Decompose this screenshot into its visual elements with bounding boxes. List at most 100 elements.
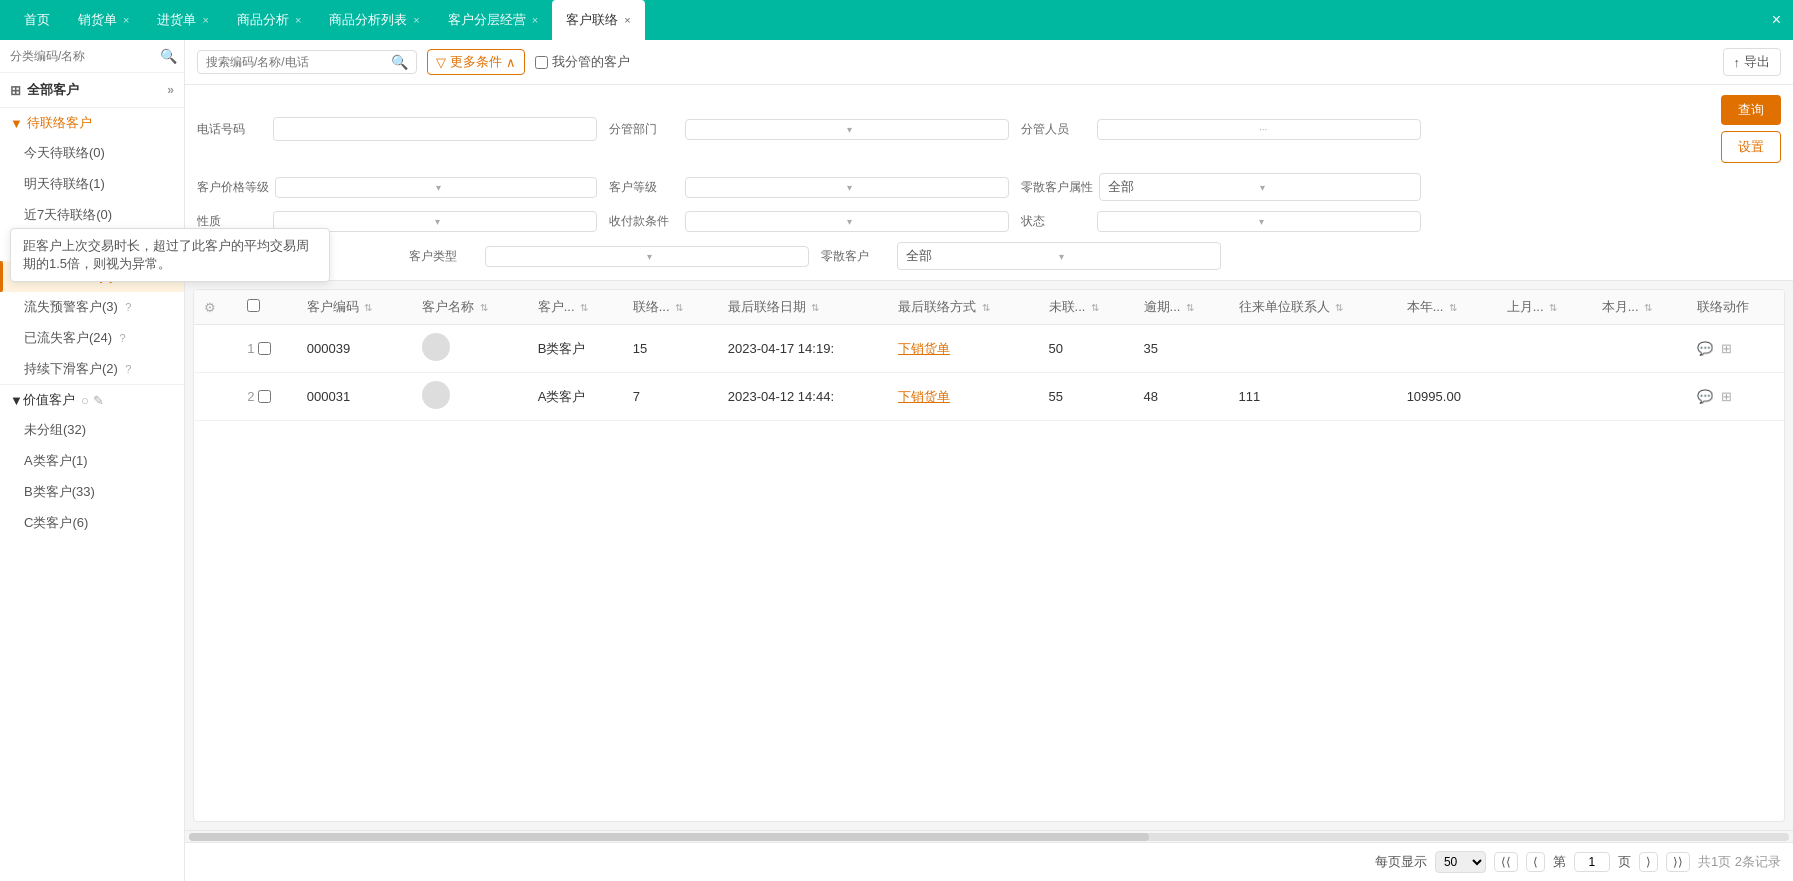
help-icon[interactable]: ?	[119, 332, 125, 344]
filter-price-level-select[interactable]: ▾	[275, 177, 597, 198]
action-chat-icon[interactable]: 💬	[1697, 341, 1713, 356]
filter-dept-select[interactable]: ▾	[685, 119, 1009, 140]
nav-purchase-order[interactable]: 进货单 ×	[143, 0, 222, 40]
col-header-name[interactable]: 客户名称 ⇅	[412, 290, 527, 325]
row-type-cell: B类客户	[528, 325, 623, 373]
prev-page-button[interactable]: ⟨	[1526, 852, 1545, 872]
filter-status-select[interactable]: ▾	[1097, 211, 1421, 232]
filter-phone: 电话号码	[197, 117, 597, 141]
next-page-button[interactable]: ⟩	[1639, 852, 1658, 872]
filter-price-level: 客户价格等级 ▾	[197, 177, 597, 198]
sidebar-item-tomorrow-pending[interactable]: 明天待联络(1)	[0, 169, 184, 200]
col-header-contact-person[interactable]: 往来单位联系人 ⇅	[1229, 290, 1397, 325]
close-icon[interactable]: ×	[295, 14, 301, 26]
sort-icon: ⇅	[1091, 302, 1099, 313]
close-icon[interactable]: ×	[123, 14, 129, 26]
filter-customer-type-select[interactable]: ▾	[485, 246, 809, 267]
close-app-icon[interactable]: ×	[1772, 11, 1781, 29]
row-checkbox[interactable]	[258, 342, 271, 355]
col-header-no-contact[interactable]: 未联... ⇅	[1039, 290, 1134, 325]
nav-product-analysis[interactable]: 商品分析 ×	[223, 0, 315, 40]
col-header-last-contact-method[interactable]: 最后联络方式 ⇅	[888, 290, 1039, 325]
collapse-icon[interactable]: »	[167, 83, 174, 97]
avatar	[422, 333, 450, 361]
row-checkbox[interactable]	[258, 390, 271, 403]
edit-icon[interactable]: ✎	[93, 393, 104, 408]
filter-scatter-customer: 零散客户 全部 ▾	[821, 242, 1221, 270]
col-header-last-month[interactable]: 上月... ⇅	[1497, 290, 1592, 325]
filter-phone-input[interactable]	[273, 117, 597, 141]
nav-customer-contact[interactable]: 客户联络 ×	[552, 0, 644, 40]
setting-button[interactable]: 设置	[1721, 131, 1781, 163]
row-number: 2	[247, 389, 254, 404]
query-button[interactable]: 查询	[1721, 95, 1781, 125]
filter-payment-terms-select[interactable]: ▾	[685, 211, 1009, 232]
filter-scatter-customer-select[interactable]: 全部 ▾	[897, 242, 1221, 270]
filter-scatter-attr-label: 零散客户属性	[1021, 179, 1093, 196]
chevron-down-icon: ▾	[847, 182, 1000, 193]
sidebar-item-today-pending[interactable]: 今天待联络(0)	[0, 138, 184, 169]
row-last-contact-method-cell: 下销货单	[888, 373, 1039, 421]
circle-icon[interactable]: ○	[81, 393, 89, 408]
col-header-last-contact-date[interactable]: 最后联络日期 ⇅	[718, 290, 888, 325]
nav-customer-segmentation[interactable]: 客户分层经营 ×	[434, 0, 552, 40]
nav-product-analysis-list[interactable]: 商品分析列表 ×	[315, 0, 433, 40]
filter-customer-level-select[interactable]: ▾	[685, 177, 1009, 198]
sidebar-search-icon[interactable]: 🔍	[160, 48, 177, 64]
chevron-down-icon: ▾	[1059, 251, 1212, 262]
action-chat-icon[interactable]: 💬	[1697, 389, 1713, 404]
page-input[interactable]	[1574, 852, 1610, 872]
first-page-button[interactable]: ⟨⟨	[1494, 852, 1518, 872]
close-icon[interactable]: ×	[202, 14, 208, 26]
sidebar-item-class-c[interactable]: C类客户(6)	[0, 508, 184, 539]
chevron-down-icon: ···	[1259, 124, 1412, 135]
search-input[interactable]	[206, 55, 391, 69]
sidebar-item-churn-warning[interactable]: 流失预警客户(3) ?	[0, 292, 184, 323]
contact-method-link[interactable]: 下销货单	[898, 389, 950, 404]
sidebar-item-unclassified[interactable]: 未分组(32)	[0, 415, 184, 446]
help-icon[interactable]: ?	[125, 301, 131, 313]
export-button[interactable]: ↑ 导出	[1723, 48, 1782, 76]
select-all-checkbox[interactable]	[247, 299, 260, 312]
filter-row-1: 电话号码 分管部门 ▾ 分管人员 ···	[197, 85, 1781, 163]
col-header-contact-count[interactable]: 联络... ⇅	[623, 290, 718, 325]
filter-row-4: ... 客户类型 ▾ 零散客户 全部 ▾	[197, 232, 1781, 270]
my-customers-checkbox[interactable]	[535, 56, 548, 69]
per-page-label: 每页显示	[1375, 853, 1427, 871]
close-icon[interactable]: ×	[624, 14, 630, 26]
last-page-button[interactable]: ⟩⟩	[1666, 852, 1690, 872]
col-header-this-year[interactable]: 本年... ⇅	[1397, 290, 1497, 325]
col-header-type[interactable]: 客户... ⇅	[528, 290, 623, 325]
sidebar-group-value-customer[interactable]: ▼ 价值客户 ○ ✎	[0, 384, 184, 415]
nav-home[interactable]: 首页	[10, 0, 64, 40]
col-header-code[interactable]: 客户编码 ⇅	[297, 290, 412, 325]
horizontal-scrollbar[interactable]	[185, 830, 1793, 842]
sidebar-item-class-b[interactable]: B类客户(33)	[0, 477, 184, 508]
contact-method-link[interactable]: 下销货单	[898, 341, 950, 356]
sidebar-item-class-a[interactable]: A类客户(1)	[0, 446, 184, 477]
filter-scatter-attr: 零散客户属性 全部 ▾	[1021, 173, 1421, 201]
sidebar-search-input[interactable]	[10, 49, 160, 63]
sidebar-item-churned[interactable]: 已流失客户(24) ?	[0, 323, 184, 354]
close-icon[interactable]: ×	[532, 14, 538, 26]
action-more-icon[interactable]: ⊞	[1721, 341, 1732, 356]
action-more-icon[interactable]: ⊞	[1721, 389, 1732, 404]
sidebar-item-week-pending[interactable]: 近7天待联络(0)	[0, 200, 184, 231]
sidebar-group-pending-contact[interactable]: ▼ 待联络客户	[0, 108, 184, 138]
col-header-overdue[interactable]: 逾期... ⇅	[1134, 290, 1229, 325]
pagination-bar: 每页显示 10 20 50 100 ⟨⟨ ⟨ 第 页 ⟩ ⟩⟩ 共1页 2条记录	[185, 842, 1793, 881]
sort-icon: ⇅	[1644, 302, 1652, 313]
close-icon[interactable]: ×	[413, 14, 419, 26]
per-page-select[interactable]: 10 20 50 100	[1435, 851, 1486, 873]
help-icon[interactable]: ?	[125, 363, 131, 375]
col-header-this-month[interactable]: 本月... ⇅	[1592, 290, 1687, 325]
nav-sales-order[interactable]: 销货单 ×	[64, 0, 143, 40]
sidebar-item-declining[interactable]: 持续下滑客户(2) ?	[0, 354, 184, 385]
filter-manager-select[interactable]: ···	[1097, 119, 1421, 140]
filter-scatter-attr-select[interactable]: 全部 ▾	[1099, 173, 1421, 201]
search-icon[interactable]: 🔍	[391, 54, 408, 70]
more-conditions-button[interactable]: ▽ 更多条件 ∧	[427, 49, 525, 75]
row-last-month-cell	[1497, 325, 1592, 373]
settings-col-header[interactable]: ⚙	[194, 290, 237, 325]
filter-phone-label: 电话号码	[197, 121, 267, 138]
